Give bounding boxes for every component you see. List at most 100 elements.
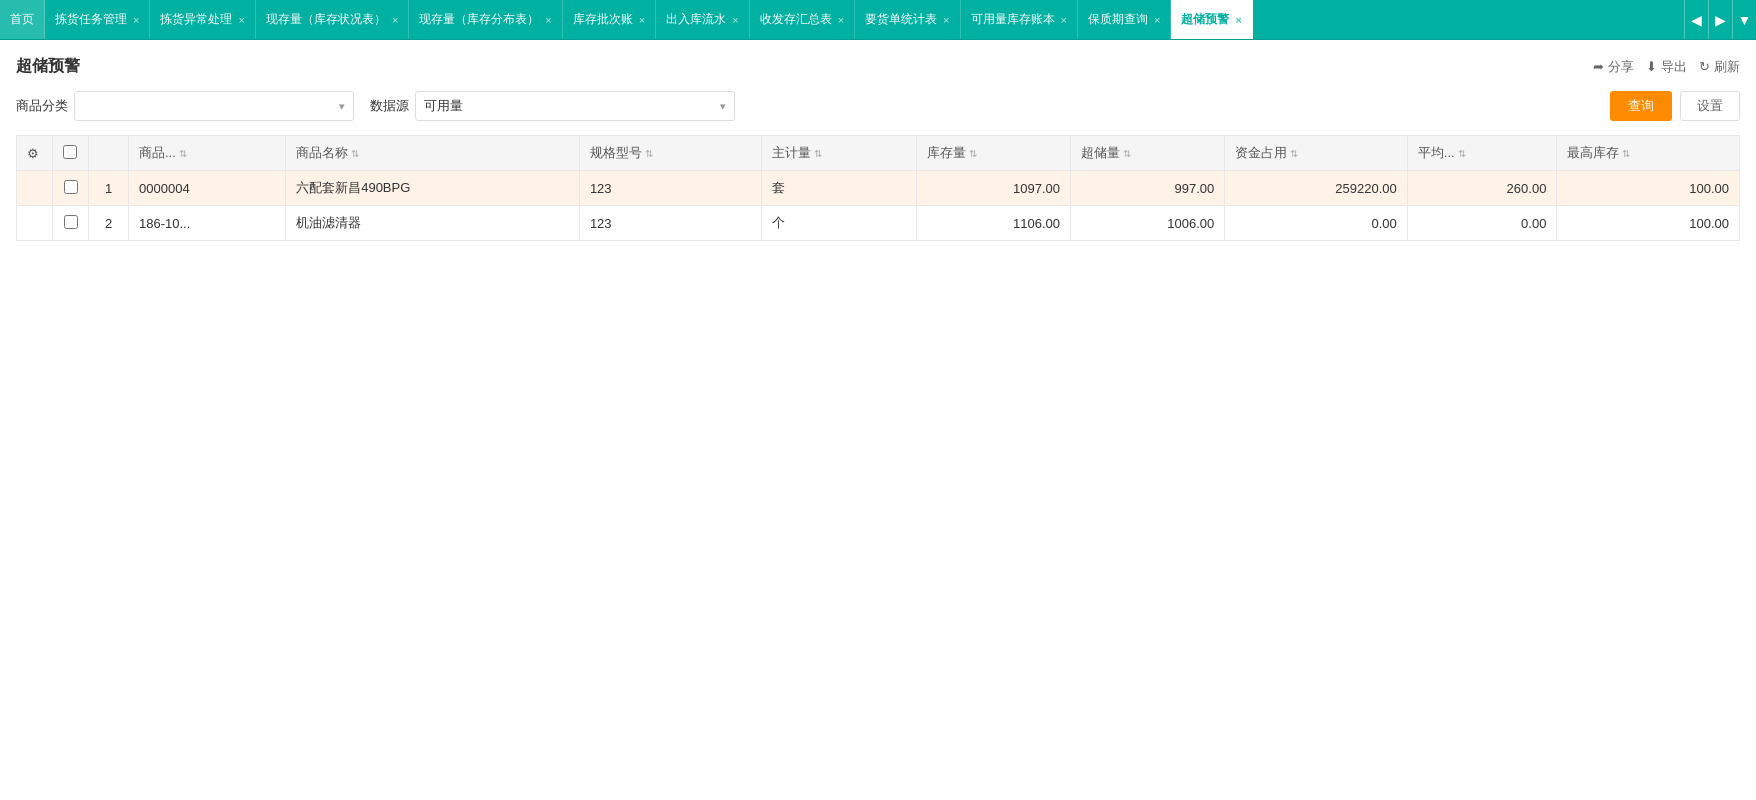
- settings-button[interactable]: 设置: [1680, 91, 1740, 121]
- row-overflow: 997.00: [1070, 171, 1224, 206]
- row-number: 1: [89, 171, 129, 206]
- row-checkbox[interactable]: [64, 215, 78, 229]
- row-max-stock: 100.00: [1557, 206, 1740, 241]
- row-checkbox-cell[interactable]: [53, 171, 89, 206]
- close-icon[interactable]: ×: [838, 14, 844, 26]
- filter-actions: 查询 设置: [1610, 91, 1740, 121]
- query-button[interactable]: 查询: [1610, 91, 1672, 121]
- nav-tab-picking-task[interactable]: 拣货任务管理 ×: [45, 0, 150, 40]
- row-spec: 123: [579, 171, 762, 206]
- row-stock: 1106.00: [916, 206, 1070, 241]
- row-avg: 260.00: [1407, 171, 1557, 206]
- nav-tab-overstock-warning[interactable]: 超储预警 ×: [1171, 0, 1252, 40]
- close-icon[interactable]: ×: [1235, 14, 1241, 26]
- row-stock: 1097.00: [916, 171, 1070, 206]
- row-capital: 0.00: [1225, 206, 1408, 241]
- nav-tab-available-account[interactable]: 可用量库存账本 ×: [961, 0, 1078, 40]
- th-gear[interactable]: ⚙: [17, 136, 53, 171]
- row-checkbox[interactable]: [64, 180, 78, 194]
- row-gear-cell: [17, 206, 53, 241]
- row-number: 2: [89, 206, 129, 241]
- table-row: 1 0000004 六配套新昌490BPG 123 套 1097.00 997.…: [17, 171, 1740, 206]
- th-avg[interactable]: 平均...⇅: [1407, 136, 1557, 171]
- row-capital: 259220.00: [1225, 171, 1408, 206]
- export-icon: ⬇: [1646, 59, 1657, 74]
- page-container: 超储预警 ➦ 分享 ⬇ 导出 ↻ 刷新 商品分类 ▾ 数据源: [0, 40, 1756, 800]
- th-checkbox[interactable]: [53, 136, 89, 171]
- header-actions: ➦ 分享 ⬇ 导出 ↻ 刷新: [1593, 58, 1740, 76]
- filter-bar: 商品分类 ▾ 数据源 可用量 ▾ 查询 设置: [16, 91, 1740, 121]
- close-icon[interactable]: ×: [238, 14, 244, 26]
- nav-tab-home[interactable]: 首页: [0, 0, 45, 40]
- category-filter-group: 商品分类 ▾: [16, 91, 354, 121]
- datasource-select-value: 可用量: [424, 97, 463, 115]
- th-unit[interactable]: 主计量⇅: [762, 136, 916, 171]
- nav-tab-shelf-life[interactable]: 保质期查询 ×: [1078, 0, 1171, 40]
- sort-icon: ⇅: [1123, 148, 1131, 159]
- page-title: 超储预警: [16, 56, 80, 77]
- row-max-stock: 100.00: [1557, 171, 1740, 206]
- datasource-select[interactable]: 可用量 ▾: [415, 91, 735, 121]
- select-all-checkbox[interactable]: [63, 145, 77, 159]
- nav-scroll-arrows: ◀ ▶ ▼: [1684, 0, 1756, 40]
- data-table: ⚙ 商品...⇅ 商品名称⇅ 规格型号⇅ 主计量⇅: [16, 135, 1740, 241]
- sort-icon: ⇅: [969, 148, 977, 159]
- page-header: 超储预警 ➦ 分享 ⬇ 导出 ↻ 刷新: [16, 56, 1740, 77]
- row-spec: 123: [579, 206, 762, 241]
- close-icon[interactable]: ×: [133, 14, 139, 26]
- refresh-button[interactable]: ↻ 刷新: [1699, 58, 1740, 76]
- row-unit: 个: [762, 206, 916, 241]
- row-avg: 0.00: [1407, 206, 1557, 241]
- table-header: ⚙ 商品...⇅ 商品名称⇅ 规格型号⇅ 主计量⇅: [17, 136, 1740, 171]
- row-overflow: 1006.00: [1070, 206, 1224, 241]
- nav-tab-recv-send-summary[interactable]: 收发存汇总表 ×: [750, 0, 855, 40]
- nav-tab-stock-status[interactable]: 现存量（库存状况表） ×: [256, 0, 409, 40]
- sort-icon: ⇅: [1290, 148, 1298, 159]
- category-select[interactable]: ▾: [74, 91, 354, 121]
- th-spec[interactable]: 规格型号⇅: [579, 136, 762, 171]
- sort-icon: ⇅: [645, 148, 653, 159]
- close-icon[interactable]: ×: [1154, 14, 1160, 26]
- nav-tab-requisition-stats[interactable]: 要货单统计表 ×: [855, 0, 960, 40]
- nav-next-button[interactable]: ▶: [1708, 0, 1732, 40]
- close-icon[interactable]: ×: [943, 14, 949, 26]
- th-max-stock[interactable]: 最高库存⇅: [1557, 136, 1740, 171]
- chevron-down-icon: ▾: [720, 100, 726, 113]
- row-gear-cell: [17, 171, 53, 206]
- nav-tab-batch-account[interactable]: 库存批次账 ×: [563, 0, 656, 40]
- top-navigation: 首页 拣货任务管理 × 拣货异常处理 × 现存量（库存状况表） × 现存量（库存…: [0, 0, 1756, 40]
- sort-icon: ⇅: [1622, 148, 1630, 159]
- table-row: 2 186-10... 机油滤清器 123 个 1106.00 1006.00 …: [17, 206, 1740, 241]
- table-body: 1 0000004 六配套新昌490BPG 123 套 1097.00 997.…: [17, 171, 1740, 241]
- row-product-code: 186-10...: [129, 206, 286, 241]
- close-icon[interactable]: ×: [392, 14, 398, 26]
- th-overflow[interactable]: 超储量⇅: [1070, 136, 1224, 171]
- row-product-name: 机油滤清器: [286, 206, 580, 241]
- th-product-code[interactable]: 商品...⇅: [129, 136, 286, 171]
- close-icon[interactable]: ×: [545, 14, 551, 26]
- gear-icon: ⚙: [27, 146, 39, 161]
- close-icon[interactable]: ×: [732, 14, 738, 26]
- close-icon[interactable]: ×: [639, 14, 645, 26]
- nav-tab-inout-flow[interactable]: 出入库流水 ×: [656, 0, 749, 40]
- nav-tab-picking-exception[interactable]: 拣货异常处理 ×: [150, 0, 255, 40]
- row-checkbox-cell[interactable]: [53, 206, 89, 241]
- row-product-name: 六配套新昌490BPG: [286, 171, 580, 206]
- sort-icon: ⇅: [814, 148, 822, 159]
- th-stock[interactable]: 库存量⇅: [916, 136, 1070, 171]
- th-rownum: [89, 136, 129, 171]
- export-button[interactable]: ⬇ 导出: [1646, 58, 1687, 76]
- share-button[interactable]: ➦ 分享: [1593, 58, 1634, 76]
- th-capital[interactable]: 资金占用⇅: [1225, 136, 1408, 171]
- nav-menu-button[interactable]: ▼: [1732, 0, 1756, 40]
- close-icon[interactable]: ×: [1061, 14, 1067, 26]
- th-product-name[interactable]: 商品名称⇅: [286, 136, 580, 171]
- row-unit: 套: [762, 171, 916, 206]
- share-icon: ➦: [1593, 59, 1604, 74]
- nav-prev-button[interactable]: ◀: [1684, 0, 1708, 40]
- datasource-filter-group: 数据源 可用量 ▾: [370, 91, 735, 121]
- nav-tab-stock-dist[interactable]: 现存量（库存分布表） ×: [409, 0, 562, 40]
- refresh-icon: ↻: [1699, 59, 1710, 74]
- category-label: 商品分类: [16, 97, 68, 115]
- sort-icon: ⇅: [179, 148, 187, 159]
